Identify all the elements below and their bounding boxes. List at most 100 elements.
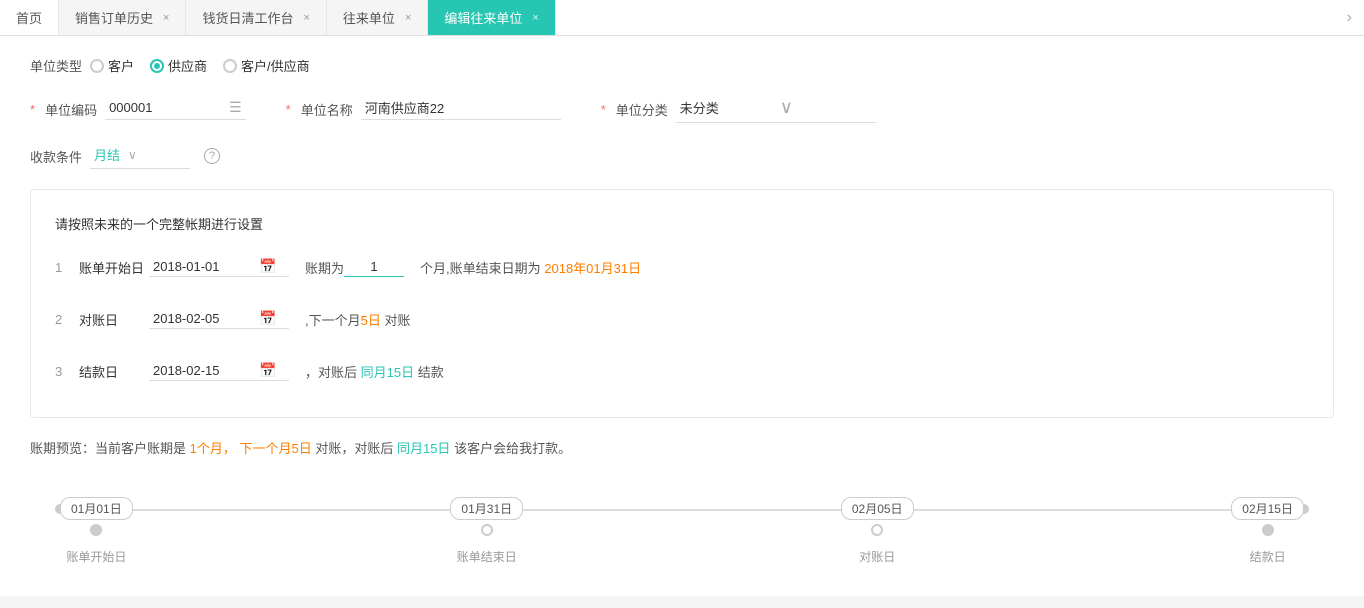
date-input-1[interactable]: 📅 — [149, 257, 289, 277]
payment-select[interactable]: 月结 ∨ — [90, 143, 190, 169]
preview-end: 该客户会给我打款。 — [454, 441, 571, 456]
unit-name-required: * — [286, 102, 291, 117]
date-field-1[interactable] — [149, 257, 259, 276]
row-label-2: 对账日 — [79, 310, 149, 329]
tab-sales-order-label: 销售订单历史 — [75, 8, 153, 27]
radio-supplier[interactable]: 供应商 — [150, 56, 207, 75]
radio-customer-label: 客户 — [108, 56, 134, 75]
payment-row: 收款条件 月结 ∨ ? — [30, 143, 1334, 169]
payment-day-highlight: 同月15日 — [361, 365, 414, 380]
page-content: 单位类型 客户 供应商 客户/供应商 * 单位编码 — [0, 36, 1364, 596]
tab-bar: 首页 销售订单历史 × 钱货日清工作台 × 往来单位 × 编辑往来单位 × › — [0, 0, 1364, 36]
unit-code-required: * — [30, 102, 35, 117]
payment-group: 收款条件 月结 ∨ ? — [30, 143, 220, 169]
date-input-3[interactable]: 📅 — [149, 361, 289, 381]
unit-code-icon[interactable]: ☰ — [225, 99, 246, 116]
tab-edit-partner-label: 编辑往来单位 — [444, 8, 522, 27]
payment-value: 月结 — [90, 143, 124, 166]
radio-customer[interactable]: 客户 — [90, 56, 134, 75]
timeline-dot-3 — [871, 524, 883, 536]
tab-sales-order[interactable]: 销售订单历史 × — [59, 0, 186, 35]
preview-period: 1个月， — [190, 441, 236, 456]
period-input[interactable] — [344, 257, 404, 277]
reconcile-day-highlight: 5日 — [361, 313, 381, 328]
unit-category-value: 未分类 — [676, 96, 776, 119]
tab-cash-work-close[interactable]: × — [303, 12, 309, 24]
unit-code-group: * 单位编码 ☰ — [30, 98, 246, 120]
preview-reconcile: 下一个月5日 — [239, 441, 311, 456]
timeline-badge-4: 02月15日 — [1231, 497, 1304, 520]
calendar-icon-2[interactable]: 📅 — [259, 310, 276, 327]
row-desc-1a: 账期为 — [305, 258, 344, 277]
timeline-badge-1: 01月01日 — [60, 497, 133, 520]
radio-supplier-label: 供应商 — [168, 56, 207, 75]
unit-category-group: * 单位分类 未分类 ∨ — [601, 95, 876, 123]
unit-code-input[interactable] — [105, 98, 225, 117]
timeline-label-1: 账单开始日 — [66, 548, 126, 565]
unit-category-arrow: ∨ — [776, 95, 876, 120]
timeline-dot-2 — [481, 524, 493, 536]
panel-title: 请按照未来的一个完整帐期进行设置 — [55, 214, 1309, 233]
unit-category-select[interactable]: 未分类 ∨ — [676, 95, 876, 123]
tab-partner-unit-close[interactable]: × — [405, 12, 411, 24]
radio-both-label: 客户/供应商 — [241, 56, 310, 75]
timeline-label-4: 结款日 — [1250, 548, 1286, 565]
calendar-icon-1[interactable]: 📅 — [259, 258, 276, 275]
date-input-2[interactable]: 📅 — [149, 309, 289, 329]
row-desc-2: ,下一个月5日 对账 — [305, 310, 410, 329]
tab-cash-work[interactable]: 钱货日清工作台 × — [186, 0, 326, 35]
timeline-dots: 01月01日 账单开始日 01月31日 账单结束日 02月05日 对账日 02月… — [60, 497, 1304, 565]
row-desc-1b: 个月,账单结束日期为 2018年01月31日 — [420, 258, 641, 277]
timeline: 01月01日 账单开始日 01月31日 账单结束日 02月05日 对账日 02月… — [60, 481, 1304, 565]
radio-both[interactable]: 客户/供应商 — [223, 56, 310, 75]
timeline-node-1: 01月01日 账单开始日 — [60, 497, 133, 565]
preview-mid: 对账，对账后 — [315, 441, 397, 456]
preview-section: 账期预览：当前客户账期是 1个月， 下一个月5日 对账，对账后 同月15日 该客… — [30, 438, 1334, 457]
tab-edit-partner-close[interactable]: × — [532, 12, 538, 24]
row-label-3: 结款日 — [79, 362, 149, 381]
timeline-badge-3: 02月05日 — [841, 497, 914, 520]
radio-supplier-circle[interactable] — [150, 59, 164, 73]
tab-expand-button[interactable]: › — [1335, 0, 1364, 35]
date-field-3[interactable] — [149, 361, 259, 380]
unit-info-row: * 单位编码 ☰ * 单位名称 * 单位分类 未分类 ∨ — [30, 95, 1334, 123]
unit-name-input-wrap — [361, 98, 561, 120]
preview-payment: 同月15日 — [397, 441, 450, 456]
radio-both-circle[interactable] — [223, 59, 237, 73]
help-icon[interactable]: ? — [204, 148, 220, 164]
panel-box: 请按照未来的一个完整帐期进行设置 1 账单开始日 📅 账期为 个月,账单结束日期… — [30, 189, 1334, 418]
timeline-label-3: 对账日 — [859, 548, 895, 565]
timeline-dot-1 — [90, 524, 102, 536]
row-num-2: 2 — [55, 312, 79, 327]
radio-customer-circle[interactable] — [90, 59, 104, 73]
date-row-2: 2 对账日 📅 ,下一个月5日 对账 — [55, 309, 1309, 329]
timeline-dot-4 — [1262, 524, 1274, 536]
unit-category-label: 单位分类 — [616, 100, 668, 119]
timeline-node-3: 02月05日 对账日 — [841, 497, 914, 565]
unit-name-label: 单位名称 — [301, 100, 353, 119]
row-num-1: 1 — [55, 260, 79, 275]
timeline-node-2: 01月31日 账单结束日 — [450, 497, 523, 565]
date-row-1: 1 账单开始日 📅 账期为 个月,账单结束日期为 2018年01月31日 — [55, 257, 1309, 277]
tab-sales-order-close[interactable]: × — [163, 12, 169, 24]
unit-name-input[interactable] — [361, 98, 541, 117]
unit-type-row: 单位类型 客户 供应商 客户/供应商 — [30, 56, 1334, 75]
preview-label: 账期预览：当前客户账期是 — [30, 441, 190, 456]
expand-icon: › — [1347, 9, 1352, 27]
timeline-badge-2: 01月31日 — [450, 497, 523, 520]
row-desc-3: ，对账后 同月15日 结款 — [305, 362, 444, 381]
date-row-3: 3 结款日 📅 ，对账后 同月15日 结款 — [55, 361, 1309, 381]
date-field-2[interactable] — [149, 309, 259, 328]
unit-category-required: * — [601, 102, 606, 117]
unit-name-group: * 单位名称 — [286, 98, 561, 120]
tab-edit-partner[interactable]: 编辑往来单位 × — [428, 0, 555, 35]
row-label-1: 账单开始日 — [79, 258, 149, 277]
unit-type-group: 单位类型 客户 供应商 客户/供应商 — [30, 56, 350, 75]
tab-home-label: 首页 — [16, 8, 42, 27]
unit-type-label: 单位类型 — [30, 56, 82, 75]
calendar-icon-3[interactable]: 📅 — [259, 362, 276, 379]
tab-partner-unit[interactable]: 往来单位 × — [327, 0, 428, 35]
timeline-label-2: 账单结束日 — [457, 548, 517, 565]
payment-arrow: ∨ — [128, 148, 137, 162]
tab-home[interactable]: 首页 — [0, 0, 59, 35]
